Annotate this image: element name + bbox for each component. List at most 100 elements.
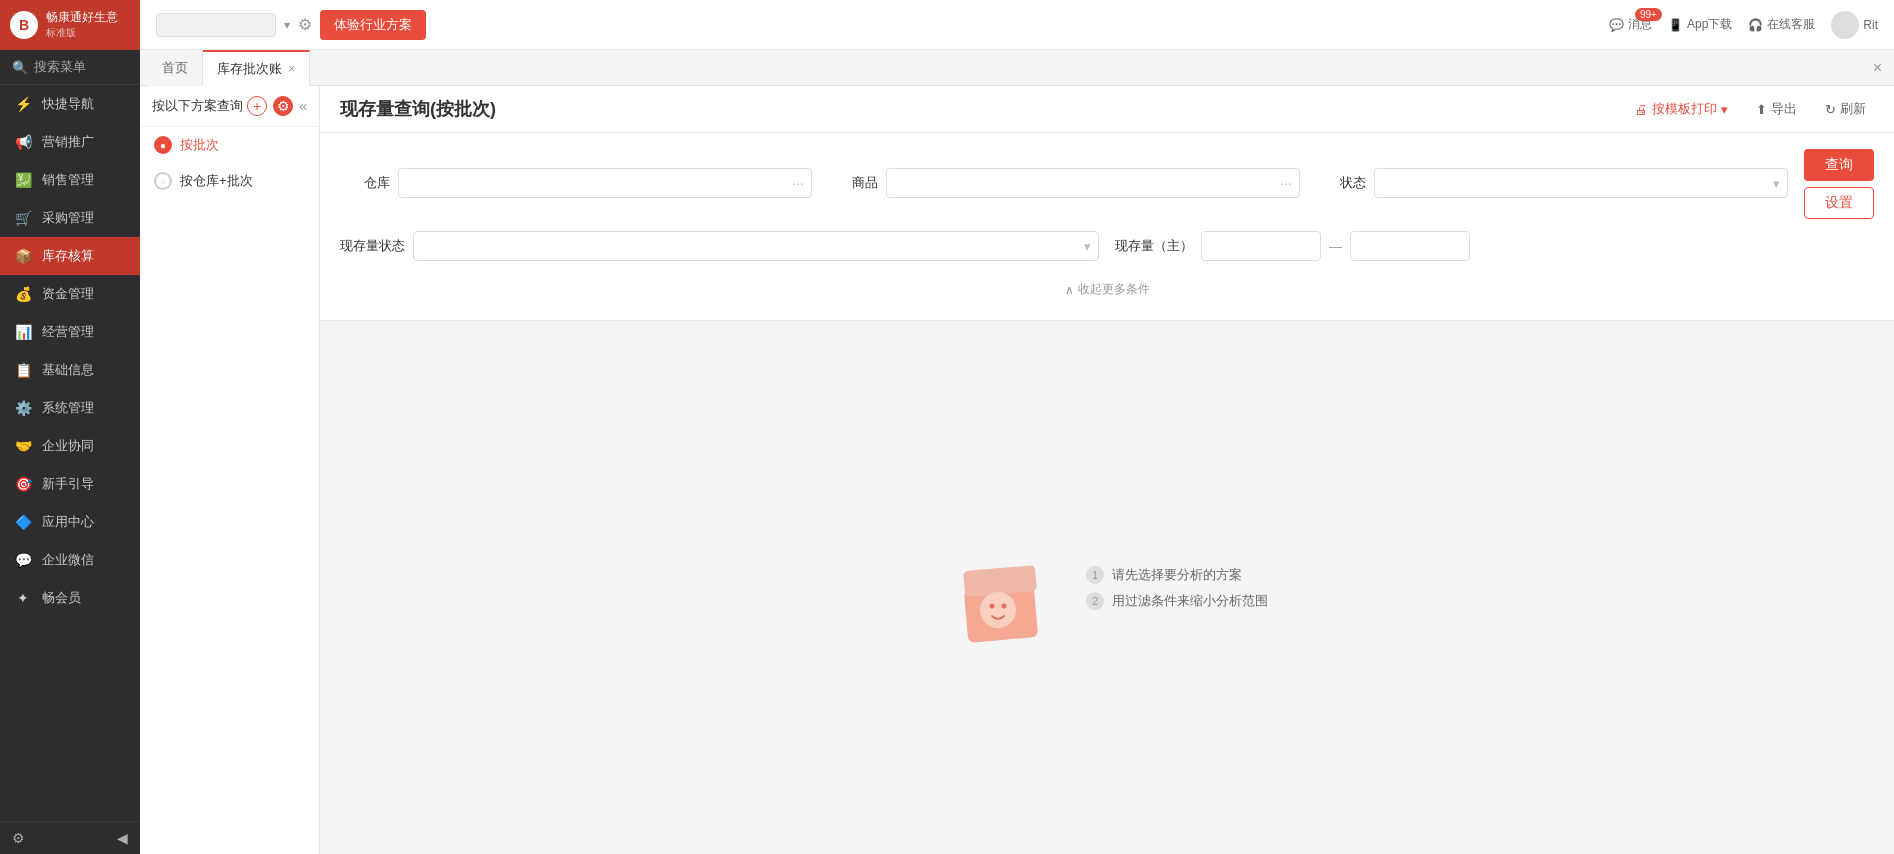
message-icon: 💬: [1609, 18, 1624, 32]
query-btn-area: 查询 设置: [1804, 147, 1874, 219]
sidebar-item-purchase[interactable]: 🛒 采购管理: [0, 199, 140, 237]
sidebar-item-collab[interactable]: 🤝 企业协同: [0, 427, 140, 465]
add-scheme-btn[interactable]: +: [247, 96, 267, 116]
page-header-actions: 🖨 按模板打印 ▾ ⬆ 导出 ↻ 刷新: [1627, 96, 1874, 122]
nav-label-wechat: 企业微信: [42, 551, 94, 569]
sidebar-item-quick-nav[interactable]: ⚡ 快捷导航: [0, 85, 140, 123]
topbar-left: ▾ ⚙ 体验行业方案: [156, 10, 1597, 40]
nav-icon-member: ✦: [14, 589, 32, 607]
stock-status-field: 现存量状态 ▾: [340, 231, 1099, 261]
tab-home[interactable]: 首页: [148, 50, 203, 86]
filter-panel-header: 按以下方案查询 + ⚙ «: [140, 86, 319, 127]
main-content: 现存量查询(按批次) 🖨 按模板打印 ▾ ⬆ 导出 ↻ 刷新: [320, 86, 1894, 854]
sidebar-item-basics[interactable]: 📋 基础信息: [0, 351, 140, 389]
settings-btn[interactable]: 设置: [1804, 187, 1874, 219]
filter-scheme-by-warehouse-batch[interactable]: ○ 按仓库+批次: [140, 163, 319, 199]
app-download-btn[interactable]: 📱 App下载: [1668, 16, 1732, 33]
status-field: 状态 ▾: [1316, 168, 1788, 198]
warehouse-more-icon[interactable]: ···: [792, 175, 804, 191]
empty-text-area: 1 请先选择要分析的方案 2 用过滤条件来缩小分析范围: [1086, 566, 1268, 610]
stock-quantity-label: 现存量（主）: [1115, 237, 1193, 255]
sidebar-item-sales[interactable]: 💹 销售管理: [0, 161, 140, 199]
breadcrumb-input[interactable]: [156, 13, 276, 37]
query-btn[interactable]: 查询: [1804, 149, 1874, 181]
online-service-btn[interactable]: 🎧 在线客服: [1748, 16, 1815, 33]
print-dropdown-icon[interactable]: ▾: [1721, 102, 1728, 117]
sidebar-item-wechat[interactable]: 💬 企业微信: [0, 541, 140, 579]
nav-label-marketing: 营销推广: [42, 133, 94, 151]
sidebar-item-operations[interactable]: 📊 经营管理: [0, 313, 140, 351]
filter-dot-by-warehouse-batch: ○: [154, 172, 172, 190]
sidebar-item-system[interactable]: ⚙️ 系统管理: [0, 389, 140, 427]
settings-icon[interactable]: ⚙: [12, 830, 25, 846]
stock-quantity-max-input[interactable]: [1350, 231, 1470, 261]
export-btn[interactable]: ⬆ 导出: [1748, 96, 1805, 122]
nav-label-appstore: 应用中心: [42, 513, 94, 531]
nav-icon-appstore: 🔷: [14, 513, 32, 531]
nav-icon-collab: 🤝: [14, 437, 32, 455]
search-menu[interactable]: 🔍 搜索菜单: [0, 50, 140, 85]
print-btn[interactable]: 🖨 按模板打印 ▾: [1627, 96, 1736, 122]
sidebar-item-member[interactable]: ✦ 畅会员: [0, 579, 140, 617]
nav-icon-basics: 📋: [14, 361, 32, 379]
tab-inventory-batch[interactable]: 库存批次账 ×: [203, 50, 310, 86]
app-name: 畅康通好生意: [46, 10, 118, 26]
search-menu-label: 搜索菜单: [34, 58, 86, 76]
nav-icon-inventory: 📦: [14, 247, 32, 265]
goods-input[interactable]: [886, 168, 1300, 198]
sidebar-item-marketing[interactable]: 📢 营销推广: [0, 123, 140, 161]
collapse-conditions-btn[interactable]: ∧ 收起更多条件: [340, 273, 1874, 306]
filter-form: 仓库 ··· 商品 ··· 状态: [320, 133, 1894, 321]
user-name: Rit: [1863, 18, 1878, 32]
sidebar-item-newguide[interactable]: 🎯 新手引导: [0, 465, 140, 503]
breadcrumb-chevron-icon[interactable]: ▾: [284, 18, 290, 32]
nav-icon-quick-nav: ⚡: [14, 95, 32, 113]
nav-label-sales: 销售管理: [42, 171, 94, 189]
app-logo: B: [10, 11, 38, 39]
warehouse-input[interactable]: [398, 168, 812, 198]
sidebar-footer: ⚙ ◀: [0, 821, 140, 854]
warehouse-input-wrap: ···: [398, 168, 812, 198]
goods-field: 商品 ···: [828, 168, 1300, 198]
collapse-conditions-icon: ∧: [1065, 283, 1074, 297]
sidebar-item-finance[interactable]: 💰 资金管理: [0, 275, 140, 313]
filter-row-1: 仓库 ··· 商品 ··· 状态: [340, 147, 1874, 219]
filter-panel-collapse-icon[interactable]: «: [299, 98, 307, 114]
collapse-sidebar-icon[interactable]: ◀: [117, 830, 128, 846]
scheme-gear-btn[interactable]: ⚙: [273, 96, 293, 116]
page-title: 现存量查询(按批次): [340, 97, 496, 121]
messages-btn[interactable]: 💬 消息 99+: [1609, 16, 1652, 33]
filter-label-by-warehouse-batch: 按仓库+批次: [180, 172, 253, 190]
close-tab-panel-icon[interactable]: ×: [1861, 59, 1894, 77]
topbar: ▾ ⚙ 体验行业方案 💬 消息 99+ 📱 App下载 🎧 在线客服 Rit: [140, 0, 1894, 50]
warehouse-label: 仓库: [340, 174, 390, 192]
avatar: [1831, 11, 1859, 39]
tab-home-label: 首页: [162, 59, 188, 77]
svg-point-4: [1002, 603, 1007, 608]
stock-quantity-min-input[interactable]: [1201, 231, 1321, 261]
app-download-label: App下载: [1687, 16, 1732, 33]
messages-badge: 99+: [1635, 8, 1662, 21]
sidebar-item-inventory[interactable]: 📦 库存核算: [0, 237, 140, 275]
filter-scheme-by-batch[interactable]: ● 按批次: [140, 127, 319, 163]
nav-label-member: 畅会员: [42, 589, 81, 607]
stock-quantity-dash: —: [1329, 239, 1342, 254]
refresh-btn[interactable]: ↻ 刷新: [1817, 96, 1874, 122]
topbar-gear-icon[interactable]: ⚙: [298, 15, 312, 34]
user-avatar-btn[interactable]: Rit: [1831, 11, 1878, 39]
content-area: 按以下方案查询 + ⚙ « ● 按批次 ○ 按仓库+批次: [140, 86, 1894, 854]
collapse-conditions-label: 收起更多条件: [1078, 281, 1150, 298]
stock-status-select[interactable]: [413, 231, 1099, 261]
stock-status-select-wrap: ▾: [413, 231, 1099, 261]
svg-point-3: [990, 603, 995, 608]
status-select[interactable]: [1374, 168, 1788, 198]
goods-more-icon[interactable]: ···: [1280, 175, 1292, 191]
sidebar: B 畅康通好生意 标准版 🔍 搜索菜单 ⚡ 快捷导航 📢 营销推广 💹 销售管理…: [0, 0, 140, 854]
tab-close-icon[interactable]: ×: [288, 62, 295, 76]
warehouse-field: 仓库 ···: [340, 168, 812, 198]
experience-btn[interactable]: 体验行业方案: [320, 10, 426, 40]
sidebar-item-appstore[interactable]: 🔷 应用中心: [0, 503, 140, 541]
print-icon: 🖨: [1635, 102, 1648, 117]
filter-items-list: ● 按批次 ○ 按仓库+批次: [140, 127, 319, 199]
nav-icon-sales: 💹: [14, 171, 32, 189]
